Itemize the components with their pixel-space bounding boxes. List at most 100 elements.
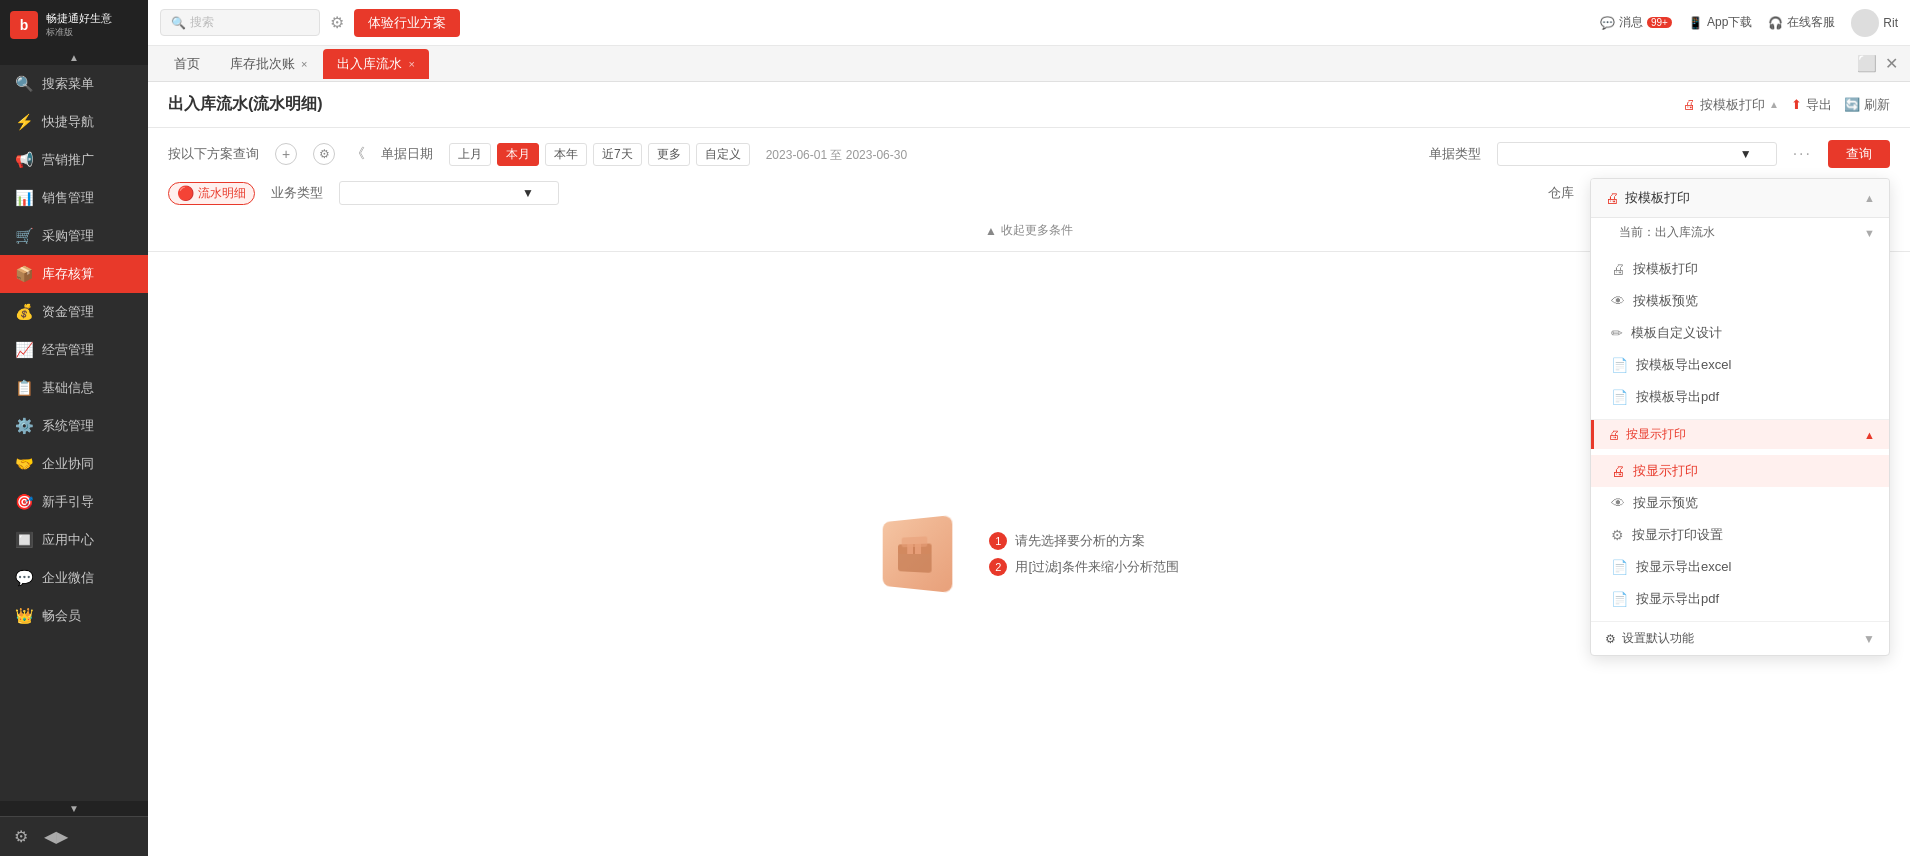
empty-content: 1 请先选择要分析的方案 2 用[过滤]条件来缩小分析范围 bbox=[879, 519, 1178, 589]
sidebar-item-basics[interactable]: 📋 基础信息 bbox=[0, 369, 148, 407]
voucher-type-chevron: ▼ bbox=[1740, 147, 1752, 161]
sidebar-item-search[interactable]: 🔍 搜索菜单 bbox=[0, 65, 148, 103]
footer-settings-icon: ⚙ bbox=[1605, 632, 1616, 646]
dropdown-display-print[interactable]: 🖨 按显示打印 bbox=[1591, 455, 1889, 487]
app-name-block: 畅捷通好生意 标准版 bbox=[46, 11, 112, 38]
dropdown-current-section: 当前：出入库流水 ▼ bbox=[1591, 218, 1889, 247]
flow-detail-tag[interactable]: 🔴 流水明细 bbox=[168, 182, 255, 205]
topbar-gear-icon[interactable]: ⚙ bbox=[330, 13, 344, 32]
sidebar-item-quicknav[interactable]: ⚡ 快捷导航 bbox=[0, 103, 148, 141]
filter-add-btn[interactable]: + bbox=[275, 143, 297, 165]
tabs-right-controls: ⬜ ✕ bbox=[1857, 54, 1898, 73]
sidebar-item-operations[interactable]: 📈 经营管理 bbox=[0, 331, 148, 369]
sidebar-item-marketing[interactable]: 📢 营销推广 bbox=[0, 141, 148, 179]
online-service-btn[interactable]: 🎧 在线客服 bbox=[1768, 14, 1835, 31]
tab-inventory-batch-close[interactable]: × bbox=[301, 58, 307, 70]
page-header: 出入库流水(流水明细) 🖨 按模板打印 ▲ ⬆ 导出 🔄 刷新 bbox=[148, 82, 1910, 128]
query-button[interactable]: 查询 bbox=[1828, 140, 1890, 168]
tab-home[interactable]: 首页 bbox=[160, 49, 214, 79]
sidebar-bottom: ⚙ ◀▶ bbox=[0, 816, 148, 856]
date-btn-last-month[interactable]: 上月 bbox=[449, 143, 491, 166]
filter-row-1: 按以下方案查询 + ⚙ 《 单据日期 上月 本月 本年 近7天 更多 自定义 2… bbox=[168, 140, 1890, 168]
messages-btn[interactable]: 💬 消息 99+ bbox=[1600, 14, 1672, 31]
display-settings-icon: ⚙ bbox=[1611, 527, 1624, 543]
sidebar-item-wechat[interactable]: 💬 企业微信 bbox=[0, 559, 148, 597]
app-download-btn[interactable]: 📱 App下载 bbox=[1688, 14, 1752, 31]
sidebar-item-finance[interactable]: 💰 资金管理 bbox=[0, 293, 148, 331]
print-icon: 🖨 bbox=[1683, 97, 1696, 112]
search-box[interactable]: 🔍 搜索 bbox=[160, 9, 320, 36]
sidebar-item-purchase[interactable]: 🛒 采购管理 bbox=[0, 217, 148, 255]
display-preview-icon: 👁 bbox=[1611, 495, 1625, 511]
sidebar-item-apps[interactable]: 🔲 应用中心 bbox=[0, 521, 148, 559]
purchase-icon: 🛒 bbox=[14, 227, 34, 245]
empty-steps: 1 请先选择要分析的方案 2 用[过滤]条件来缩小分析范围 bbox=[989, 532, 1178, 576]
step-1-num: 1 bbox=[989, 532, 1007, 550]
dropdown-template-print[interactable]: 🖨 按模板打印 bbox=[1591, 253, 1889, 285]
refresh-btn[interactable]: 🔄 刷新 bbox=[1844, 96, 1890, 114]
date-btn-custom[interactable]: 自定义 bbox=[696, 143, 750, 166]
display-section-chevron[interactable]: ▲ bbox=[1864, 429, 1875, 441]
tab-close-icon[interactable]: ✕ bbox=[1885, 54, 1898, 73]
business-type-select[interactable]: ▼ bbox=[339, 181, 559, 205]
sidebar-item-collab[interactable]: 🤝 企业协同 bbox=[0, 445, 148, 483]
dropdown-template-preview[interactable]: 👁 按模板预览 bbox=[1591, 285, 1889, 317]
display-print-icon: 🖨 bbox=[1611, 463, 1625, 479]
dropdown-footer[interactable]: ⚙ 设置默认功能 ▼ bbox=[1591, 622, 1889, 655]
date-btn-more[interactable]: 更多 bbox=[648, 143, 690, 166]
date-label: 单据日期 bbox=[381, 145, 433, 163]
filter-settings-btn[interactable]: ⚙ bbox=[313, 143, 335, 165]
sidebar-scroll-down[interactable]: ▼ bbox=[69, 803, 79, 814]
voucher-type-select[interactable]: ▼ bbox=[1497, 142, 1777, 166]
sidebar-item-guide[interactable]: 🎯 新手引导 bbox=[0, 483, 148, 521]
user-avatar-btn[interactable]: Rit bbox=[1851, 9, 1898, 37]
sidebar-item-system[interactable]: ⚙️ 系统管理 bbox=[0, 407, 148, 445]
template-pdf-icon: 📄 bbox=[1611, 389, 1628, 405]
filter-collapse-btn[interactable]: 《 bbox=[351, 145, 365, 163]
dropdown-display-export-pdf[interactable]: 📄 按显示导出pdf bbox=[1591, 583, 1889, 615]
tab-inventory-flow[interactable]: 出入库流水 × bbox=[323, 49, 428, 79]
display-section-icon: 🖨 bbox=[1608, 428, 1620, 442]
sidebar-scroll-up[interactable]: ▲ bbox=[69, 52, 79, 63]
app-logo-icon: b bbox=[10, 11, 38, 39]
date-range-display: 2023-06-01 至 2023-06-30 bbox=[766, 147, 907, 164]
collapse-icon: ▲ bbox=[985, 224, 997, 238]
template-print-icon: 🖨 bbox=[1611, 261, 1625, 277]
messages-badge: 99+ bbox=[1647, 17, 1672, 28]
dropdown-display-export-excel[interactable]: 📄 按显示导出excel bbox=[1591, 551, 1889, 583]
settings-bottom-icon[interactable]: ⚙ bbox=[14, 827, 28, 846]
tab-inventory-flow-close[interactable]: × bbox=[408, 58, 414, 70]
sidebar: b 畅捷通好生意 标准版 ▲ 🔍 搜索菜单 ⚡ 快捷导航 📢 营销推广 📊 销售… bbox=[0, 0, 148, 856]
tab-restore-icon[interactable]: ⬜ bbox=[1857, 54, 1877, 73]
refresh-icon: 🔄 bbox=[1844, 97, 1860, 112]
phone-icon: 📱 bbox=[1688, 16, 1703, 30]
content-area: 出入库流水(流水明细) 🖨 按模板打印 ▲ ⬆ 导出 🔄 刷新 bbox=[148, 82, 1910, 856]
dropdown-display-preview[interactable]: 👁 按显示预览 bbox=[1591, 487, 1889, 519]
dropdown-collapse-chevron[interactable]: ▲ bbox=[1864, 192, 1875, 204]
date-btn-7days[interactable]: 近7天 bbox=[593, 143, 642, 166]
dropdown-template-custom[interactable]: ✏ 模板自定义设计 bbox=[1591, 317, 1889, 349]
industry-btn[interactable]: 体验行业方案 bbox=[354, 9, 460, 37]
dropdown-template-export-pdf[interactable]: 📄 按模板导出pdf bbox=[1591, 381, 1889, 413]
sidebar-item-vip[interactable]: 👑 畅会员 bbox=[0, 597, 148, 635]
tab-inventory-batch[interactable]: 库存批次账 × bbox=[216, 49, 321, 79]
dropdown-display-print-settings[interactable]: ⚙ 按显示打印设置 bbox=[1591, 519, 1889, 551]
collapse-more-btn[interactable]: ▲ 收起更多条件 bbox=[985, 222, 1073, 239]
date-btn-this-month[interactable]: 本月 bbox=[497, 143, 539, 166]
dropdown-template-export-excel[interactable]: 📄 按模板导出excel bbox=[1591, 349, 1889, 381]
current-section-chevron: ▼ bbox=[1864, 227, 1875, 239]
main-area: 🔍 搜索 ⚙ 体验行业方案 💬 消息 99+ 📱 App下载 🎧 在线客服 Ri… bbox=[148, 0, 1910, 856]
date-btn-this-year[interactable]: 本年 bbox=[545, 143, 587, 166]
sidebar-item-inventory[interactable]: 📦 库存核算 bbox=[0, 255, 148, 293]
quicknav-icon: ⚡ bbox=[14, 113, 34, 131]
search-icon: 🔍 bbox=[14, 75, 34, 93]
empty-step-2: 2 用[过滤]条件来缩小分析范围 bbox=[989, 558, 1178, 576]
print-template-btn[interactable]: 🖨 按模板打印 ▲ bbox=[1683, 96, 1779, 114]
more-options-btn[interactable]: ··· bbox=[1793, 145, 1812, 163]
print-dropdown-panel: 🖨 按模板打印 ▲ 当前：出入库流水 ▼ 🖨 按模板打印 👁 按模板预览 bbox=[1590, 178, 1890, 656]
export-btn[interactable]: ⬆ 导出 bbox=[1791, 96, 1832, 114]
sidebar-item-sales[interactable]: 📊 销售管理 bbox=[0, 179, 148, 217]
collapse-sidebar-icon[interactable]: ◀▶ bbox=[44, 827, 68, 846]
topbar: 🔍 搜索 ⚙ 体验行业方案 💬 消息 99+ 📱 App下载 🎧 在线客服 Ri… bbox=[148, 0, 1910, 46]
collab-icon: 🤝 bbox=[14, 455, 34, 473]
